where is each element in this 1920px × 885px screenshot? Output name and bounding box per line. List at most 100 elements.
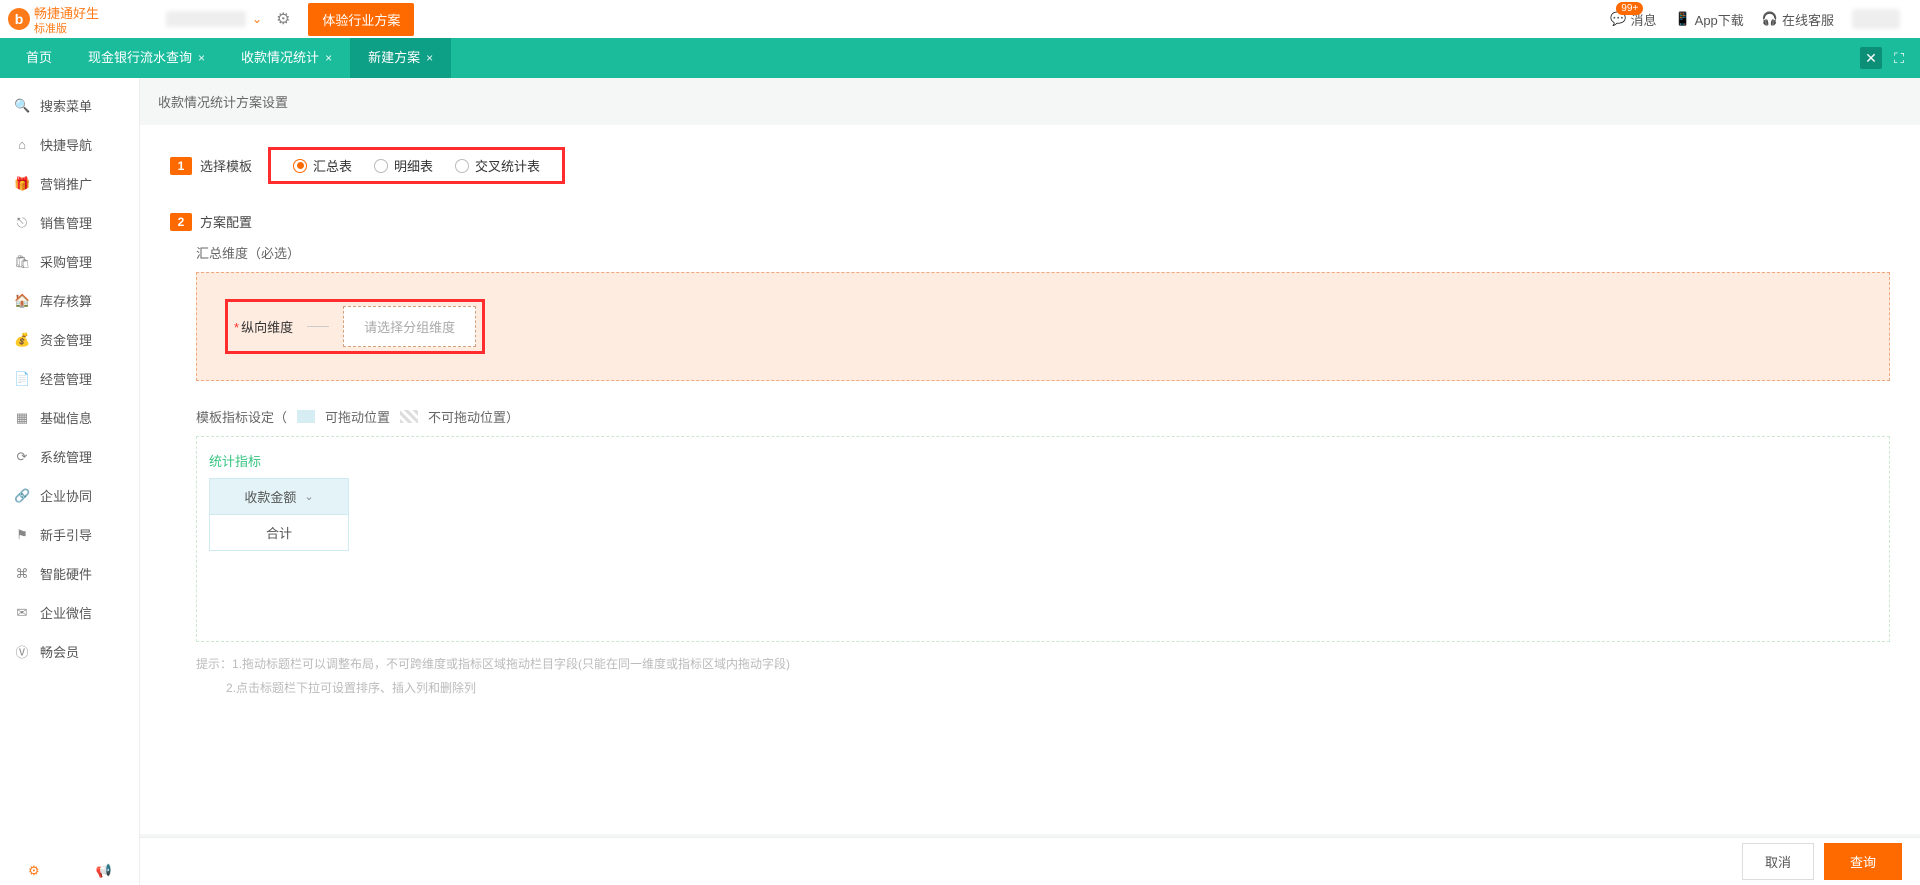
radio-icon [293, 159, 307, 173]
dimension-section-title: 汇总维度（必选） [196, 243, 1890, 262]
page-title: 收款情况统计方案设置 [140, 78, 1920, 125]
org-selector[interactable]: ⌄ [166, 11, 262, 27]
sidebar-item-label: 系统管理 [40, 447, 92, 466]
wallet-icon: 💰 [14, 332, 30, 348]
dimension-placeholder-input[interactable]: 请选择分组维度 [343, 306, 476, 347]
sidebar-item-house[interactable]: 🏠 库存核算 [0, 281, 139, 320]
chevron-down-icon: ⌄ [252, 12, 262, 26]
sidebar: 🔍搜索菜单 ⌂ 快捷导航 🎁 营销推广 ⎋销售管理 🛍 采购管理 🏠 库存核算 💰 资金管理 📄 经营管理… [0, 78, 140, 885]
sidebar-item-cart[interactable]: 🛍 采购管理 [0, 242, 139, 281]
step-2-label: 方案配置 [200, 212, 252, 231]
dimension-dropzone[interactable]: *纵向维度 请选择分组维度 [196, 272, 1890, 381]
sidebar-item-link[interactable]: 🔗 企业协同 [0, 476, 139, 515]
tab-3[interactable]: 新建方案× [350, 38, 451, 78]
radio-label: 明细表 [394, 156, 433, 175]
sidebar-item-label: 资金管理 [40, 330, 92, 349]
sidebar-item-home[interactable]: ⌂ 快捷导航 [0, 125, 139, 164]
brand-logo: b 畅捷通好生 标准版 [8, 3, 148, 36]
tips-text: 提示：1.拖动标题栏可以调整布局，不可跨维度或指标区域拖动栏目字段(只能在同一维… [196, 652, 1890, 700]
sidebar-item-label: 销售管理 [40, 213, 92, 232]
sidebar-item-chip[interactable]: ⌘智能硬件 [0, 554, 139, 593]
sidebar-item-vip[interactable]: Ⓥ 畅会员 [0, 632, 139, 671]
online-service-link[interactable]: 🎧 在线客服 [1762, 10, 1834, 29]
sidebar-item-label: 基础信息 [40, 408, 92, 427]
org-name-blurred [166, 11, 246, 27]
trial-button[interactable]: 体验行业方案 [308, 3, 414, 36]
vip-icon: Ⓥ [14, 642, 30, 661]
sidebar-item-label: 采购管理 [40, 252, 92, 271]
close-icon[interactable]: × [426, 38, 433, 78]
sidebar-item-grid[interactable]: ▦ 基础信息 [0, 398, 139, 437]
template-radio-0[interactable]: 汇总表 [293, 156, 352, 175]
sidebar-item-doc[interactable]: 📄 经营管理 [0, 359, 139, 398]
sidebar-item-wechat[interactable]: ✉ 企业微信 [0, 593, 139, 632]
sidebar-item-gift[interactable]: 🎁 营销推广 [0, 164, 139, 203]
sidebar-item-label: 营销推广 [40, 174, 92, 193]
sidebar-item-label: 经营管理 [40, 369, 92, 388]
sidebar-item-label: 畅会员 [40, 642, 79, 661]
metric-legend: 模板指标设定（ 可拖动位置 不可拖动位置） [196, 407, 1890, 426]
radio-label: 汇总表 [313, 156, 352, 175]
phone-icon: 📱 [1674, 11, 1690, 27]
sync-icon: ⟳ [14, 449, 30, 465]
flag-icon: ⚑ [14, 527, 30, 543]
dimension-vertical-label: *纵向维度 [234, 317, 293, 336]
house-icon: 🏠 [14, 293, 30, 309]
logo-icon: b [8, 8, 30, 30]
app-download-link[interactable]: 📱 App下载 [1674, 10, 1743, 29]
sidebar-item-search[interactable]: 🔍搜索菜单 [0, 86, 139, 125]
link-icon: 🔗 [14, 488, 30, 504]
tab-label: 现金银行流水查询 [88, 38, 192, 78]
sidebar-item-label: 库存核算 [40, 291, 92, 310]
wechat-icon: ✉ [14, 605, 30, 621]
step-2-badge: 2 [170, 213, 192, 231]
sidebar-item-label: 企业协同 [40, 486, 92, 505]
metric-header-label: 收款金额 [244, 487, 296, 506]
sidebar-item-label: 快捷导航 [40, 135, 92, 154]
sidebar-item-tag[interactable]: ⎋销售管理 [0, 203, 139, 242]
nav-tabs: 首页现金银行流水查询×收款情况统计×新建方案× ✕ ⛶ [0, 38, 1920, 78]
sidebar-footer-icon-2[interactable]: 📢 [96, 863, 112, 879]
message-badge: 99+ [1616, 2, 1643, 15]
cart-icon: 🛍 [14, 254, 30, 270]
metric-header-dropdown[interactable]: 收款金额 ⌄ [210, 479, 348, 514]
close-icon[interactable]: × [325, 38, 332, 78]
radio-label: 交叉统计表 [475, 156, 540, 175]
sidebar-item-wallet[interactable]: 💰 资金管理 [0, 320, 139, 359]
cancel-button[interactable]: 取消 [1742, 843, 1814, 880]
footer-actions: 取消 查询 [140, 837, 1920, 885]
user-avatar-blurred[interactable] [1852, 9, 1900, 29]
metric-dropzone[interactable]: 统计指标 收款金额 ⌄ 合计 [196, 436, 1890, 642]
sidebar-item-label: 搜索菜单 [40, 96, 92, 115]
brand-name: 畅捷通好生 [34, 3, 99, 22]
tab-label: 新建方案 [368, 38, 420, 78]
chevron-down-icon: ⌄ [304, 490, 313, 503]
tab-0[interactable]: 首页 [8, 38, 70, 78]
metric-sum-cell: 合计 [210, 514, 348, 550]
tab-2[interactable]: 收款情况统计× [223, 38, 350, 78]
template-radio-2[interactable]: 交叉统计表 [455, 156, 540, 175]
sidebar-item-label: 企业微信 [40, 603, 92, 622]
step-1-label: 选择模板 [200, 156, 252, 175]
close-icon[interactable]: × [198, 38, 205, 78]
home-icon: ⌂ [14, 137, 30, 152]
sidebar-footer-icon-1[interactable]: ⚙ [28, 863, 40, 879]
close-tab-icon[interactable]: ✕ [1860, 47, 1882, 69]
online-service-label: 在线客服 [1782, 10, 1834, 29]
grid-icon: ▦ [14, 410, 30, 426]
messages-link[interactable]: 99+ 💬 消息 [1610, 10, 1656, 29]
tab-1[interactable]: 现金银行流水查询× [70, 38, 223, 78]
headset-icon: 🎧 [1762, 11, 1778, 27]
chip-icon: ⌘ [14, 566, 30, 582]
template-radio-1[interactable]: 明细表 [374, 156, 433, 175]
query-button[interactable]: 查询 [1824, 843, 1902, 880]
brand-edition: 标准版 [34, 20, 99, 36]
doc-icon: 📄 [14, 371, 30, 387]
dimension-highlight-box: *纵向维度 请选择分组维度 [225, 299, 485, 354]
fullscreen-icon[interactable]: ⛶ [1888, 47, 1910, 69]
gift-icon: 🎁 [14, 176, 30, 192]
sidebar-item-sync[interactable]: ⟳ 系统管理 [0, 437, 139, 476]
sidebar-item-flag[interactable]: ⚑新手引导 [0, 515, 139, 554]
gear-icon[interactable]: ⚙ [276, 9, 290, 29]
tab-label: 收款情况统计 [241, 38, 319, 78]
